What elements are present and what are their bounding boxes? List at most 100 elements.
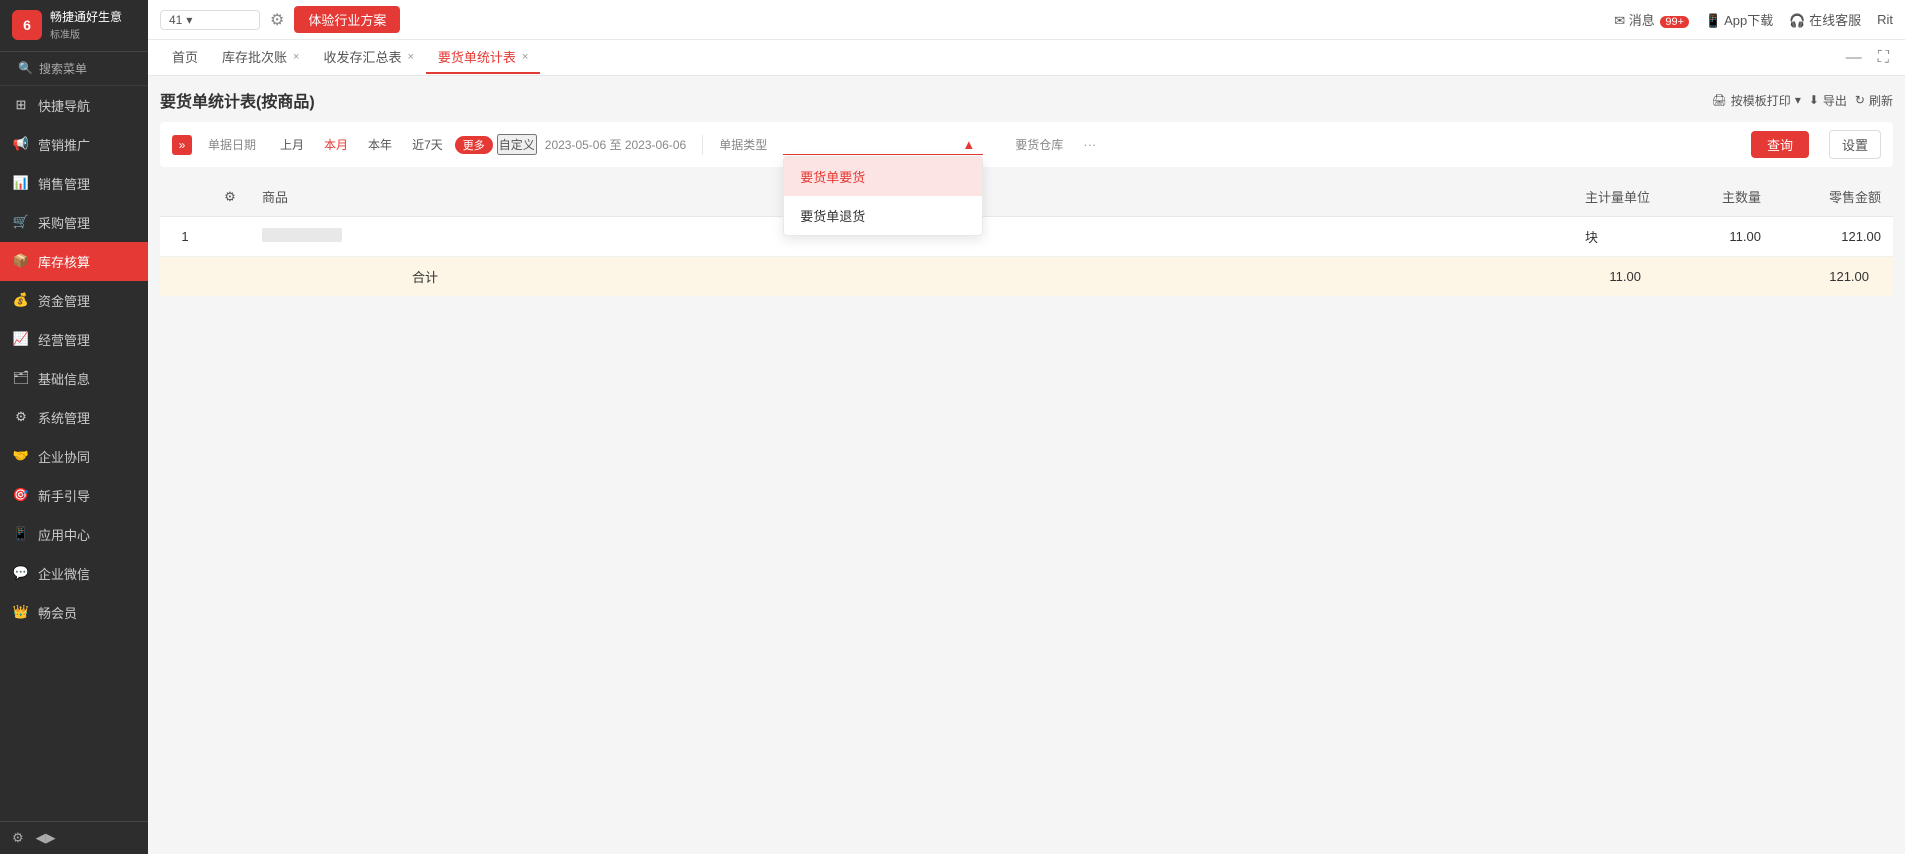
col-header-qty: 主数量 [1673, 177, 1773, 217]
settings-button[interactable]: 设置 [1829, 130, 1881, 159]
date-btn-last-month[interactable]: 上月 [272, 134, 312, 155]
system-icon: ⚙ [12, 408, 30, 426]
tab-inventory-batch-close[interactable]: × [293, 51, 299, 63]
message-label: 消息 [1629, 13, 1655, 28]
sidebar-label-operations: 经营管理 [38, 330, 90, 349]
sidebar-label-member: 畅会员 [38, 603, 77, 622]
print-icon: 🖨 [1712, 93, 1727, 107]
col-header-amount: 零售金额 [1773, 177, 1893, 217]
online-service-link[interactable]: 🎧 在线客服 [1789, 10, 1861, 29]
tab-maximize-icon[interactable]: ⛶ [1874, 47, 1893, 69]
cell-seq: 1 [160, 217, 210, 257]
warehouse-dots-icon[interactable]: ··· [1083, 137, 1096, 152]
sales-icon: 📊 [12, 174, 30, 192]
export-label: 导出 [1823, 92, 1847, 109]
sidebar-item-basic[interactable]: 🗂 基础信息 [0, 359, 148, 398]
col-header-seq [160, 177, 210, 217]
footer-amount: 121.00 [1761, 269, 1881, 284]
tab-order-stats[interactable]: 要货单统计表 × [426, 41, 540, 74]
operations-icon: 📈 [12, 330, 30, 348]
filter-expand-button[interactable]: » [172, 135, 192, 155]
sidebar-item-inventory[interactable]: 📦 库存核算 [0, 242, 148, 281]
sidebar-label-enterprise: 企业协同 [38, 447, 90, 466]
sidebar-label-purchase: 采购管理 [38, 213, 90, 232]
quick-nav-icon: ⊞ [12, 96, 30, 114]
sidebar-item-enterprise[interactable]: 🤝 企业协同 [0, 437, 148, 476]
export-button[interactable]: ⬇ 导出 [1809, 92, 1847, 109]
tab-order-stats-label: 要货单统计表 [438, 47, 516, 66]
tab-inventory-batch[interactable]: 库存批次账 × [210, 41, 311, 74]
print-label: 按模板打印 [1731, 92, 1791, 109]
topbar: 41 ▾ ⚙ 体验行业方案 ✉ 消息 99+ 📱 App下载 🎧 在线客服 R [148, 0, 1905, 40]
app-download-link[interactable]: 📱 App下载 [1705, 10, 1773, 29]
refresh-label: 刷新 [1869, 92, 1893, 109]
sidebar-item-quick-nav[interactable]: ⊞ 快捷导航 [0, 86, 148, 125]
sidebar-item-system[interactable]: ⚙ 系统管理 [0, 398, 148, 437]
sidebar-label-marketing: 营销推广 [38, 135, 90, 154]
company-value: 41 [169, 13, 182, 27]
table-row: 1 块 11.00 121.00 [160, 217, 1893, 257]
sidebar-item-wechat[interactable]: 💬 企业微信 [0, 554, 148, 593]
date-btn-last-7days[interactable]: 近7天 [404, 134, 451, 155]
tab-order-stats-close[interactable]: × [522, 51, 528, 63]
footer-qty: 11.00 [1541, 269, 1641, 284]
dropdown-item-return[interactable]: 要货单退货 [784, 196, 982, 235]
table-footer: 合计 11.00 121.00 [160, 257, 1893, 296]
company-selector[interactable]: 41 ▾ [160, 10, 260, 30]
search-menu[interactable]: 🔍 搜索菜单 [0, 52, 148, 86]
sidebar-item-sales[interactable]: 📊 销售管理 [0, 164, 148, 203]
refresh-button[interactable]: ↻ 刷新 [1855, 92, 1893, 109]
col-header-unit: 主计量单位 [1573, 177, 1673, 217]
sidebar-item-marketing[interactable]: 📢 营销推广 [0, 125, 148, 164]
sidebar-label-system: 系统管理 [38, 408, 90, 427]
print-button[interactable]: 🖨 按模板打印 ▾ [1712, 92, 1801, 109]
filter-divider [702, 135, 703, 155]
sidebar-item-purchase[interactable]: 🛒 采购管理 [0, 203, 148, 242]
sidebar-item-appstore[interactable]: 📱 应用中心 [0, 515, 148, 554]
enterprise-icon: 🤝 [12, 447, 30, 465]
date-custom-btn[interactable]: 自定义 [497, 134, 537, 155]
sidebar-bottom: ⚙ ◀▶ [0, 821, 148, 854]
page-header: 要货单统计表(按商品) 🖨 按模板打印 ▾ ⬇ 导出 ↻ 刷新 [160, 88, 1893, 112]
search-icon: 🔍 [18, 61, 33, 75]
page-actions: 🖨 按模板打印 ▾ ⬇ 导出 ↻ 刷新 [1712, 92, 1893, 109]
date-btn-more[interactable]: 更多 [455, 136, 493, 154]
query-button[interactable]: 查询 [1751, 131, 1809, 158]
tab-income-summary-close[interactable]: × [407, 51, 413, 63]
sidebar-item-finance[interactable]: 💰 资金管理 [0, 281, 148, 320]
date-btn-this-year[interactable]: 本年 [360, 134, 400, 155]
logo-icon: 6 [12, 10, 42, 40]
type-filter-input[interactable] [791, 137, 958, 151]
user-avatar[interactable]: Rit [1877, 12, 1893, 27]
sidebar-label-basic: 基础信息 [38, 369, 90, 388]
topbar-gear-icon[interactable]: ⚙ [270, 10, 284, 30]
sidebar-item-member[interactable]: 👑 畅会员 [0, 593, 148, 632]
sidebar-label-quick-nav: 快捷导航 [38, 96, 90, 115]
export-icon: ⬇ [1809, 93, 1819, 107]
cell-unit: 块 [1573, 217, 1673, 257]
collapse-icon[interactable]: ◀▶ [36, 830, 56, 846]
col-header-gear[interactable]: ⚙ [210, 177, 250, 217]
dropdown-item-purchase[interactable]: 要货单要货 [784, 157, 982, 196]
data-table: ⚙ 商品 主计量单位 主数量 零售金额 1 块 [160, 177, 1893, 257]
sidebar: 6 畅捷通好生意 标准版 🔍 搜索菜单 ⊞ 快捷导航 📢 营销推广 📊 销售管理… [0, 0, 148, 854]
footer-label: 合计 [412, 267, 438, 286]
tab-income-summary[interactable]: 收发存汇总表 × [311, 41, 425, 74]
tab-home[interactable]: 首页 [160, 41, 210, 74]
cell-gear [210, 217, 250, 257]
sidebar-label-wechat: 企业微信 [38, 564, 90, 583]
sidebar-label-finance: 资金管理 [38, 291, 90, 310]
type-chevron-up-icon[interactable]: ▲ [962, 137, 975, 152]
sidebar-item-operations[interactable]: 📈 经营管理 [0, 320, 148, 359]
tab-minimize-icon[interactable]: — [1842, 47, 1866, 69]
app-download-label: App下载 [1724, 13, 1773, 28]
filter-bar: » 单据日期 上月 本月 本年 近7天 更多 自定义 2023-05-06 至 … [160, 122, 1893, 167]
brand-name: 畅捷通好生意 [50, 10, 122, 26]
finance-icon: 💰 [12, 291, 30, 309]
sidebar-item-guide[interactable]: 🎯 新手引导 [0, 476, 148, 515]
type-filter-input-wrapper[interactable]: ▲ 要货单要货 要货单退货 [783, 135, 983, 155]
settings-icon[interactable]: ⚙ [12, 830, 24, 846]
message-area[interactable]: ✉ 消息 99+ [1614, 10, 1689, 29]
trial-button[interactable]: 体验行业方案 [294, 6, 400, 33]
date-btn-this-month[interactable]: 本月 [316, 134, 356, 155]
